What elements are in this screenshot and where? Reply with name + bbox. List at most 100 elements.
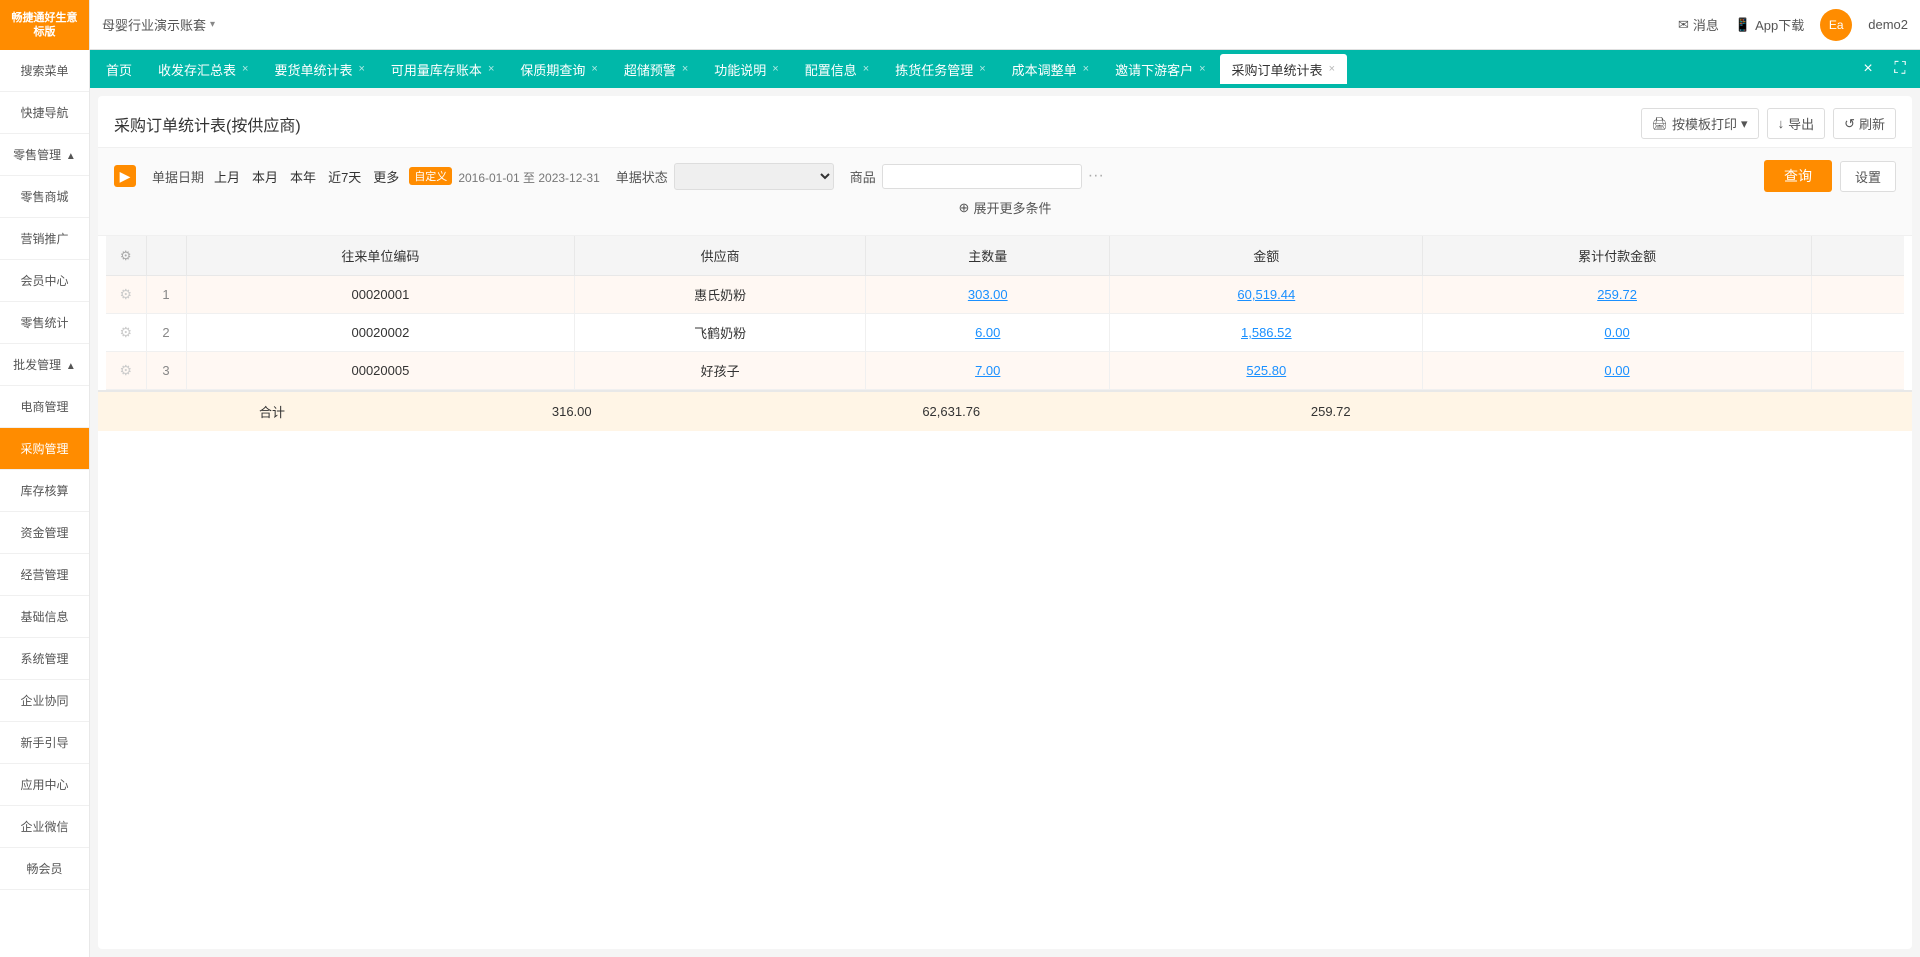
message-label: 消息 bbox=[1693, 15, 1719, 34]
user-avatar[interactable]: Ea bbox=[1820, 9, 1852, 41]
tab-close-peizhi[interactable]: × bbox=[863, 63, 869, 75]
goods-more-icon[interactable]: ··· bbox=[1088, 167, 1104, 185]
sidebar-item-system[interactable]: 系统管理 bbox=[0, 638, 89, 680]
tab-gongnengshuo[interactable]: 功能说明× bbox=[702, 54, 790, 84]
refresh-icon: ↺ bbox=[1844, 116, 1855, 132]
expand-more-button[interactable]: ⊕ 展开更多条件 bbox=[114, 192, 1896, 223]
sidebar-item-appcenter[interactable]: 应用中心 bbox=[0, 764, 89, 806]
tab-chaochuyujing[interactable]: 超储预警 × bbox=[612, 54, 700, 84]
tab-close-caigoutongjibiao[interactable]: × bbox=[1329, 63, 1335, 75]
tab-maximize-button[interactable]: ⛶ bbox=[1888, 57, 1912, 81]
tab-home[interactable]: 首页 bbox=[94, 54, 144, 84]
settings-button[interactable]: 设置 bbox=[1840, 161, 1896, 192]
cell-qty[interactable]: 6.00 bbox=[866, 314, 1110, 352]
app-download-button[interactable]: 📱 App下载 bbox=[1735, 15, 1804, 34]
sidebar-item-search[interactable]: 搜索菜单 bbox=[0, 50, 89, 92]
date-shortcut-this-year[interactable]: 本年 bbox=[286, 165, 320, 188]
tab-caigoutongjibiao[interactable]: 采购订单统计表× bbox=[1220, 54, 1347, 84]
sidebar-item-corpwechat[interactable]: 企业微信 bbox=[0, 806, 89, 848]
sidebar-item-quicknav[interactable]: 快捷导航 bbox=[0, 92, 89, 134]
tab-close-chaochuyujing[interactable]: × bbox=[682, 63, 688, 75]
cell-qty[interactable]: 303.00 bbox=[866, 276, 1110, 314]
sidebar-item-wholesale[interactable]: 批发管理 ▲ bbox=[0, 344, 89, 386]
expand-label: 展开更多条件 bbox=[973, 198, 1051, 217]
sidebar-item-newguide[interactable]: 新手引导 bbox=[0, 722, 89, 764]
tab-chenbendiaozheng[interactable]: 成本调整单× bbox=[1000, 54, 1101, 84]
tab-close-chenbendiaozheng[interactable]: × bbox=[1083, 63, 1089, 75]
status-filter-label: 单据状态 bbox=[616, 167, 668, 186]
th-paid: 累计付款金额 bbox=[1423, 236, 1812, 276]
cell-gear: ⚙ bbox=[106, 276, 146, 314]
status-filter-group: 单据状态 bbox=[616, 163, 834, 190]
tab-close-gongnengshuo[interactable]: × bbox=[772, 63, 778, 75]
sidebar-item-corp[interactable]: 企业协同 bbox=[0, 680, 89, 722]
tab-close-yaoqingxiayou[interactable]: × bbox=[1199, 63, 1205, 75]
cell-paid[interactable]: 259.72 bbox=[1423, 276, 1812, 314]
sidebar-item-inventory[interactable]: 库存核算 bbox=[0, 470, 89, 512]
tab-close-zhuohuorenwu[interactable]: × bbox=[979, 63, 985, 75]
cell-amount[interactable]: 1,586.52 bbox=[1110, 314, 1423, 352]
sidebar-item-vip[interactable]: 畅会员 bbox=[0, 848, 89, 890]
data-table: ⚙ 往来单位编码 供应商 主数量 金额 累计付款金额 ⚙100020001惠氏奶… bbox=[106, 236, 1904, 390]
cell-paid[interactable]: 0.00 bbox=[1423, 314, 1812, 352]
tab-close-baoyuqichaxun[interactable]: × bbox=[591, 63, 597, 75]
date-shortcut-this-month[interactable]: 本月 bbox=[248, 165, 282, 188]
tab-zhuohuorenwu[interactable]: 拣货任务管理 × bbox=[883, 54, 997, 84]
query-button[interactable]: 查询 bbox=[1764, 160, 1832, 192]
sidebar-item-ecommerce[interactable]: 电商管理 bbox=[0, 386, 89, 428]
sidebar-item-retail[interactable]: 零售管理 ▲ bbox=[0, 134, 89, 176]
cell-supplier: 飞鹤奶粉 bbox=[575, 314, 866, 352]
workspace-dropdown-arrow[interactable]: ▾ bbox=[210, 19, 215, 30]
cell-amount[interactable]: 60,519.44 bbox=[1110, 276, 1423, 314]
th-num bbox=[146, 236, 186, 276]
goods-input[interactable] bbox=[882, 164, 1082, 189]
cell-paid[interactable]: 0.00 bbox=[1423, 352, 1812, 390]
custom-date-badge[interactable]: 自定义 bbox=[409, 167, 452, 185]
print-dropdown-icon: ▾ bbox=[1741, 116, 1748, 132]
table-row: ⚙100020001惠氏奶粉303.0060,519.44259.72 bbox=[106, 276, 1904, 314]
tab-baoyuqichaxun[interactable]: 保质期查询× bbox=[508, 54, 609, 84]
tab-label-zhuohuorenwu: 拣货任务管理 bbox=[895, 60, 973, 79]
cell-amount[interactable]: 525.80 bbox=[1110, 352, 1423, 390]
filter-toggle-button[interactable]: ▶ bbox=[114, 165, 136, 187]
sidebar-item-finance[interactable]: 资金管理 bbox=[0, 512, 89, 554]
sidebar-item-basic[interactable]: 基础信息 bbox=[0, 596, 89, 638]
refresh-button[interactable]: ↺ 刷新 bbox=[1833, 108, 1896, 139]
export-button[interactable]: ↓ 导出 bbox=[1767, 108, 1826, 139]
date-range-text: 2016-01-01 至 2023-12-31 bbox=[458, 169, 599, 186]
tab-label-peizhi: 配置信息 bbox=[805, 60, 857, 79]
sidebar-item-retailstat[interactable]: 零售统计 bbox=[0, 302, 89, 344]
tab-yaoqingxiayou[interactable]: 邀请下游客户× bbox=[1103, 54, 1217, 84]
export-label: 导出 bbox=[1788, 114, 1814, 133]
tab-keyongliangsun[interactable]: 可用量库存账本× bbox=[379, 54, 506, 84]
sidebar-item-member[interactable]: 会员中心 bbox=[0, 260, 89, 302]
tab-label-chaochuyujing: 超储预警 bbox=[624, 60, 676, 79]
page-title: 采购订单统计表(按供应商) bbox=[114, 112, 301, 136]
topbar: 母婴行业演示账套 ▾ ✉ 消息 📱 App下载 Ea demo2 bbox=[90, 0, 1920, 50]
tab-close-button[interactable]: × bbox=[1856, 57, 1880, 81]
date-shortcut-last-month[interactable]: 上月 bbox=[210, 165, 244, 188]
sidebar-item-ops[interactable]: 经营管理 bbox=[0, 554, 89, 596]
message-button[interactable]: ✉ 消息 bbox=[1678, 15, 1719, 34]
date-filter-group: 单据日期 上月 本月 本年 近7天 更多 自定义 2016-01-01 至 20… bbox=[152, 165, 600, 188]
date-shortcut-more[interactable]: 更多 bbox=[369, 165, 403, 188]
cell-qty[interactable]: 7.00 bbox=[866, 352, 1110, 390]
page-header: 采购订单统计表(按供应商) 🖨 按模板打印 ▾ ↓ 导出 ↺ 刷新 bbox=[98, 96, 1912, 148]
tab-shoufahuizong[interactable]: 收发存汇总表× bbox=[146, 54, 260, 84]
tab-yaohuodantongjibiao[interactable]: 要货单统计表× bbox=[262, 54, 376, 84]
sidebar-item-marketing[interactable]: 营销推广 bbox=[0, 218, 89, 260]
date-shortcut-7days[interactable]: 近7天 bbox=[324, 165, 365, 188]
date-range-display: 2016-01-01 至 2023-12-31 bbox=[458, 167, 599, 186]
print-button[interactable]: 🖨 按模板打印 ▾ bbox=[1641, 108, 1759, 139]
tab-peizhi[interactable]: 配置信息 × bbox=[793, 54, 881, 84]
sidebar-item-purchase[interactable]: 采购管理 bbox=[0, 428, 89, 470]
cell-supplier: 惠氏奶粉 bbox=[575, 276, 866, 314]
tab-close-shoufahuizong[interactable]: × bbox=[242, 63, 248, 75]
status-select[interactable] bbox=[674, 163, 834, 190]
tab-icons: × ⛶ bbox=[1856, 57, 1916, 81]
tab-close-yaohuodantongjibiao[interactable]: × bbox=[358, 63, 364, 75]
date-shortcuts: 上月 本月 本年 近7天 更多 bbox=[210, 165, 403, 188]
sidebar-item-retailshop[interactable]: 零售商城 bbox=[0, 176, 89, 218]
tab-close-keyongliangsun[interactable]: × bbox=[488, 63, 494, 75]
print-label: 按模板打印 bbox=[1672, 114, 1737, 133]
